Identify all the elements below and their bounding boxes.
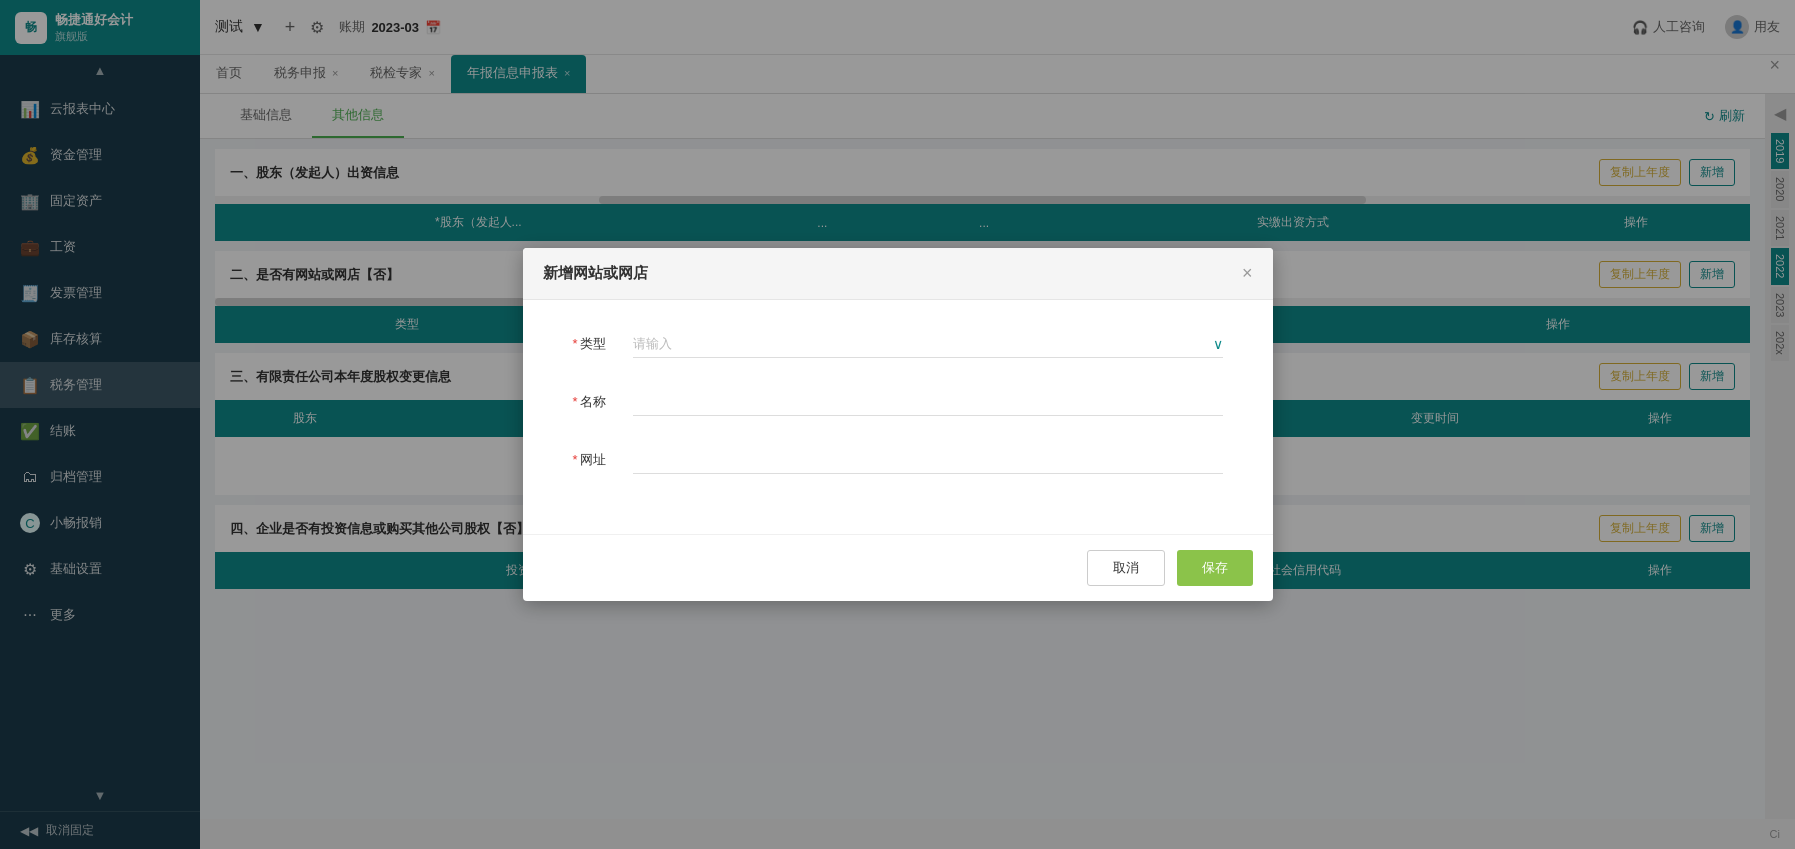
type-dropdown-arrow[interactable]: ∨	[1213, 336, 1223, 352]
form-row-type: *类型 ∨	[573, 330, 1223, 358]
url-required-mark: *	[573, 452, 578, 467]
type-input-wrap: ∨	[633, 330, 1223, 358]
dialog-overlay: 新增网站或网店 × *类型 ∨ *名称	[0, 0, 1795, 849]
name-input[interactable]	[633, 388, 1223, 415]
save-button[interactable]: 保存	[1177, 550, 1253, 586]
type-label: *类型	[573, 335, 633, 353]
name-label: *名称	[573, 393, 633, 411]
dialog-footer: 取消 保存	[523, 534, 1273, 601]
dialog-body: *类型 ∨ *名称 *网址	[523, 300, 1273, 534]
cancel-button[interactable]: 取消	[1087, 550, 1165, 586]
dialog-header: 新增网站或网店 ×	[523, 248, 1273, 300]
name-required-mark: *	[573, 394, 578, 409]
url-input-wrap	[633, 446, 1223, 474]
form-row-name: *名称	[573, 388, 1223, 416]
form-row-url: *网址	[573, 446, 1223, 474]
dialog-close-button[interactable]: ×	[1242, 263, 1253, 284]
url-input[interactable]	[633, 446, 1223, 473]
type-input[interactable]	[633, 330, 1213, 357]
dialog-title: 新增网站或网店	[543, 264, 648, 283]
add-website-dialog: 新增网站或网店 × *类型 ∨ *名称	[523, 248, 1273, 601]
name-input-wrap	[633, 388, 1223, 416]
url-label: *网址	[573, 451, 633, 469]
type-required-mark: *	[573, 336, 578, 351]
